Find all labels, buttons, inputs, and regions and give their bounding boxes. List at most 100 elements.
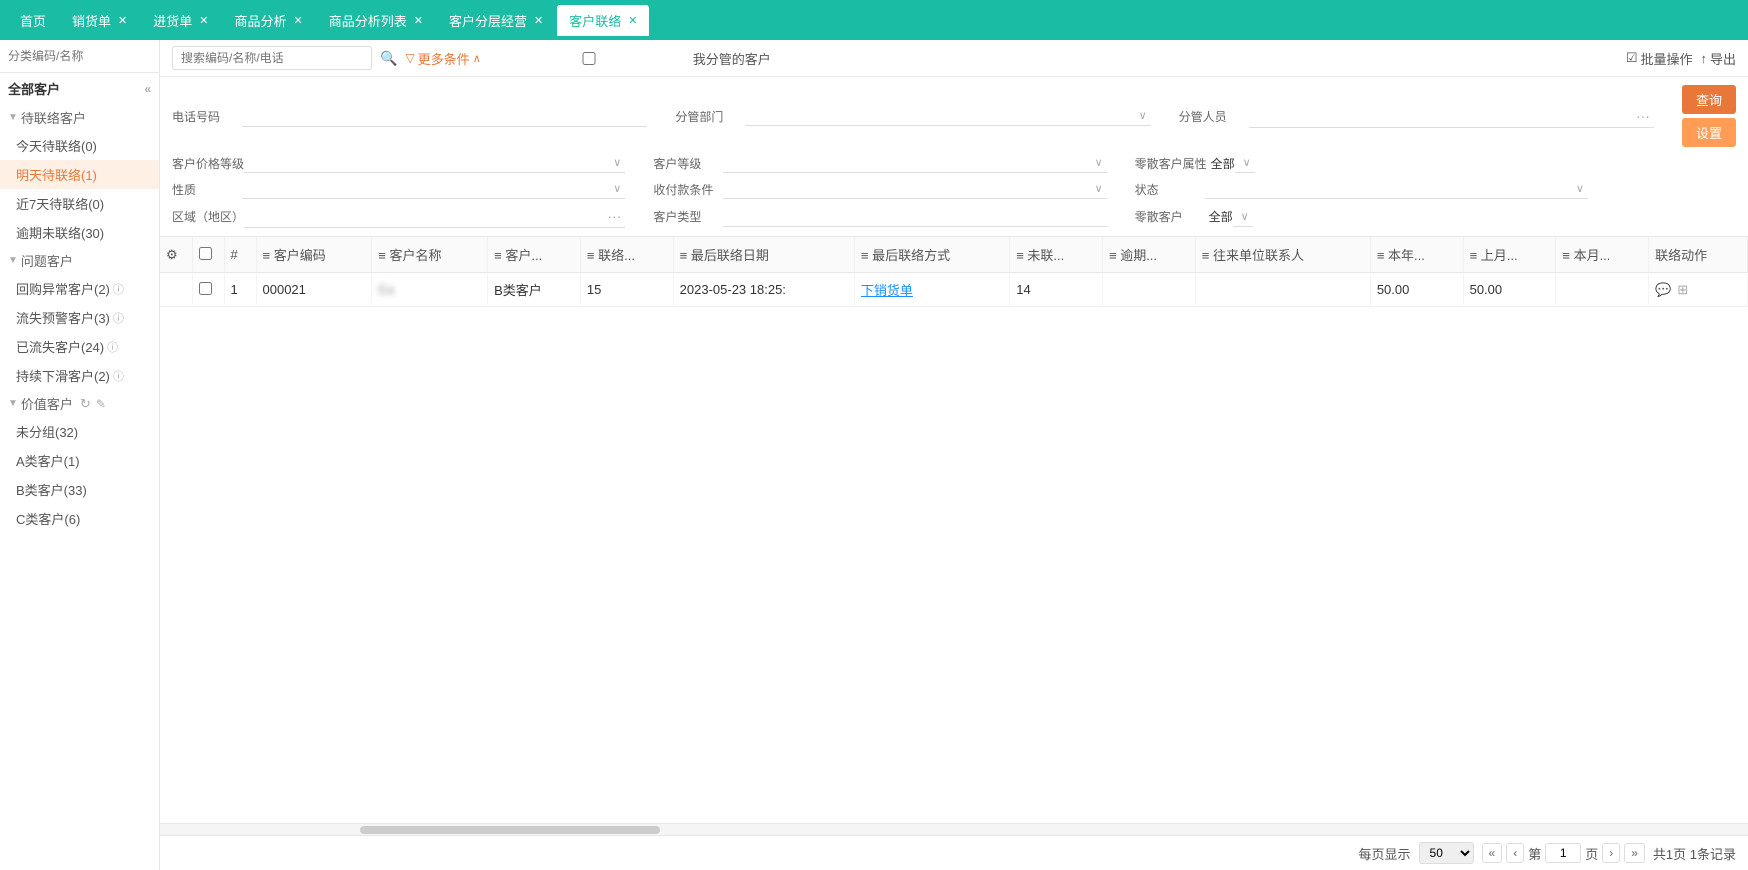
nav-purchase[interactable]: 进货单 ✕ (141, 5, 220, 36)
nav-product-analysis[interactable]: 商品分析 ✕ (222, 5, 314, 36)
sidebar-c-class[interactable]: C类客户(6) (0, 504, 159, 533)
customer-type-input[interactable] (723, 206, 1106, 227)
retail-attr-select[interactable]: ∨ (1235, 153, 1255, 173)
sort-icon-lm[interactable]: ≡ (1470, 248, 1478, 263)
chevron-up-icon: ∧ (473, 52, 481, 65)
sort-icon-name[interactable]: ≡ (378, 248, 386, 263)
region-dots-icon[interactable]: ··· (607, 208, 621, 224)
sidebar-churned[interactable]: 已流失客户(24) ⓘ (0, 332, 159, 361)
nav-customer-tier[interactable]: 客户分层经营 ✕ (437, 5, 555, 36)
sort-icon-tm[interactable]: ≡ (1562, 248, 1570, 263)
col-setting[interactable]: ⚙ (160, 237, 192, 273)
table-footer: 每页显示 50 10 20 100 « ‹ 第 页 › » 共1页 1条记录 (160, 835, 1748, 870)
row-thismonth (1556, 273, 1649, 307)
first-page-btn[interactable]: « (1482, 843, 1503, 863)
nav-sales[interactable]: 销货单 ✕ (60, 5, 139, 36)
manager-dots-icon[interactable]: ··· (1636, 108, 1650, 124)
row-check[interactable] (199, 282, 212, 295)
sort-icon-unit[interactable]: ≡ (1202, 248, 1210, 263)
close-tier-icon[interactable]: ✕ (534, 14, 543, 27)
sidebar-a-class[interactable]: A类客户(1) (0, 446, 159, 475)
filter-manager: 分管人员 ··· (1179, 105, 1654, 128)
export-btn[interactable]: ↑ 导出 (1700, 49, 1736, 68)
payment-label: 收付款条件 (653, 181, 723, 198)
filter-phone: 电话号码 (172, 106, 647, 127)
sidebar-churn-warning[interactable]: 流失预警客户(3) ⓘ (0, 303, 159, 332)
status-select[interactable]: ∨ (1205, 179, 1588, 199)
info-icon-2: ⓘ (107, 339, 118, 355)
edit-icon[interactable]: ✎ (96, 397, 106, 411)
select-all-checkbox[interactable] (199, 247, 212, 260)
close-contact-icon[interactable]: ✕ (628, 14, 637, 27)
customer-level-select[interactable]: ∨ (723, 153, 1106, 173)
data-table-wrapper: ⚙ # ≡ 客户编码 ≡ 客户名称 ≡ 客户... ≡ 联络... ≡ 最后联络… (160, 237, 1748, 823)
row-contact: 15 (580, 273, 673, 307)
prev-page-btn[interactable]: ‹ (1506, 843, 1524, 863)
my-customers-checkbox[interactable]: 我分管的客户 (489, 49, 771, 68)
sidebar-repurchase-abnormal[interactable]: 回购异常客户(2) ⓘ (0, 274, 159, 303)
col-lastdate: ≡ 最后联络日期 (673, 237, 854, 273)
all-customers-header[interactable]: 全部客户 « (0, 73, 159, 104)
sidebar-search-input[interactable] (8, 49, 160, 63)
my-customers-check[interactable] (489, 52, 689, 65)
table-row: 1 000021 Ea B类客户 15 2023-05-23 18:25: 下销… (160, 273, 1748, 307)
sidebar-overdue-contact[interactable]: 逾期未联络(30) (0, 218, 159, 247)
page-input[interactable] (1545, 843, 1581, 863)
batch-op-btn[interactable]: ☑ 批量操作 (1626, 49, 1693, 68)
scrollbar-thumb[interactable] (360, 826, 660, 834)
sort-icon-date[interactable]: ≡ (680, 248, 688, 263)
filter-actions: 查询 设置 (1682, 85, 1736, 147)
close-product-list-icon[interactable]: ✕ (414, 14, 423, 27)
horizontal-scrollbar[interactable] (160, 823, 1748, 835)
last-page-btn[interactable]: » (1624, 843, 1645, 863)
query-button[interactable]: 查询 (1682, 85, 1736, 114)
last-method-link[interactable]: 下销货单 (861, 283, 913, 298)
next-page-btn[interactable]: › (1602, 843, 1620, 863)
col-lastmethod: ≡ 最后联络方式 (854, 237, 1009, 273)
phone-input[interactable] (242, 106, 647, 127)
setting-button[interactable]: 设置 (1682, 118, 1736, 147)
region-dots[interactable]: ··· (244, 205, 625, 228)
sort-icon-contact[interactable]: ≡ (587, 248, 595, 263)
nav-home[interactable]: 首页 (8, 5, 58, 36)
dept-select[interactable]: ∨ (745, 106, 1150, 126)
row-thisyear: 50.00 (1370, 273, 1463, 307)
action-grid-icon[interactable]: ⊞ (1677, 282, 1688, 298)
filter-retail-attr: 零散客户属性 全部 ∨ (1135, 153, 1588, 173)
payment-select[interactable]: ∨ (723, 179, 1106, 199)
close-sales-icon[interactable]: ✕ (118, 14, 127, 27)
close-product-analysis-icon[interactable]: ✕ (294, 14, 303, 27)
sort-icon-no[interactable]: ≡ (1016, 248, 1024, 263)
nav-product-analysis-list[interactable]: 商品分析列表 ✕ (317, 5, 435, 36)
retail-customer-select[interactable]: ∨ (1233, 207, 1253, 227)
search-icon[interactable]: 🔍 (380, 50, 397, 67)
search-input[interactable] (172, 46, 372, 70)
page-size-select[interactable]: 50 10 20 100 (1419, 842, 1474, 864)
col-unitcontact: ≡ 往来单位联系人 (1195, 237, 1370, 273)
action-chat-icon[interactable]: 💬 (1655, 282, 1671, 298)
col-overdue: ≡ 逾期... (1102, 237, 1195, 273)
nature-select[interactable]: ∨ (242, 179, 625, 199)
nav-customer-contact[interactable]: 客户联络 ✕ (557, 5, 649, 36)
sidebar-ungrouped[interactable]: 未分组(32) (0, 417, 159, 446)
sort-icon-type[interactable]: ≡ (494, 248, 502, 263)
sort-icon[interactable]: ≡ (263, 248, 271, 263)
sidebar-b-class[interactable]: B类客户(33) (0, 475, 159, 504)
manager-dots[interactable]: ··· (1249, 105, 1654, 128)
customer-level-chevron-icon: ∨ (1095, 156, 1103, 169)
close-purchase-icon[interactable]: ✕ (199, 14, 208, 27)
dept-chevron-icon: ∨ (1139, 109, 1147, 122)
sidebar-today-contact[interactable]: 今天待联络(0) (0, 131, 159, 160)
price-level-select[interactable]: ∨ (244, 153, 625, 173)
sort-icon-year[interactable]: ≡ (1377, 248, 1385, 263)
col-type: ≡ 客户... (488, 237, 581, 273)
sidebar-declining[interactable]: 持续下滑客户(2) ⓘ (0, 361, 159, 390)
phone-label: 电话号码 (172, 108, 242, 125)
sidebar-7day-contact[interactable]: 近7天待联络(0) (0, 189, 159, 218)
refresh-icon[interactable]: ↻ (80, 396, 91, 412)
sort-icon-overdue[interactable]: ≡ (1109, 248, 1117, 263)
collapse-icon[interactable]: « (144, 82, 151, 96)
sort-icon-method[interactable]: ≡ (861, 248, 869, 263)
sidebar-tomorrow-contact[interactable]: 明天待联络(1) (0, 160, 159, 189)
more-conditions-btn[interactable]: ▽ 更多条件 ∧ (405, 49, 480, 68)
